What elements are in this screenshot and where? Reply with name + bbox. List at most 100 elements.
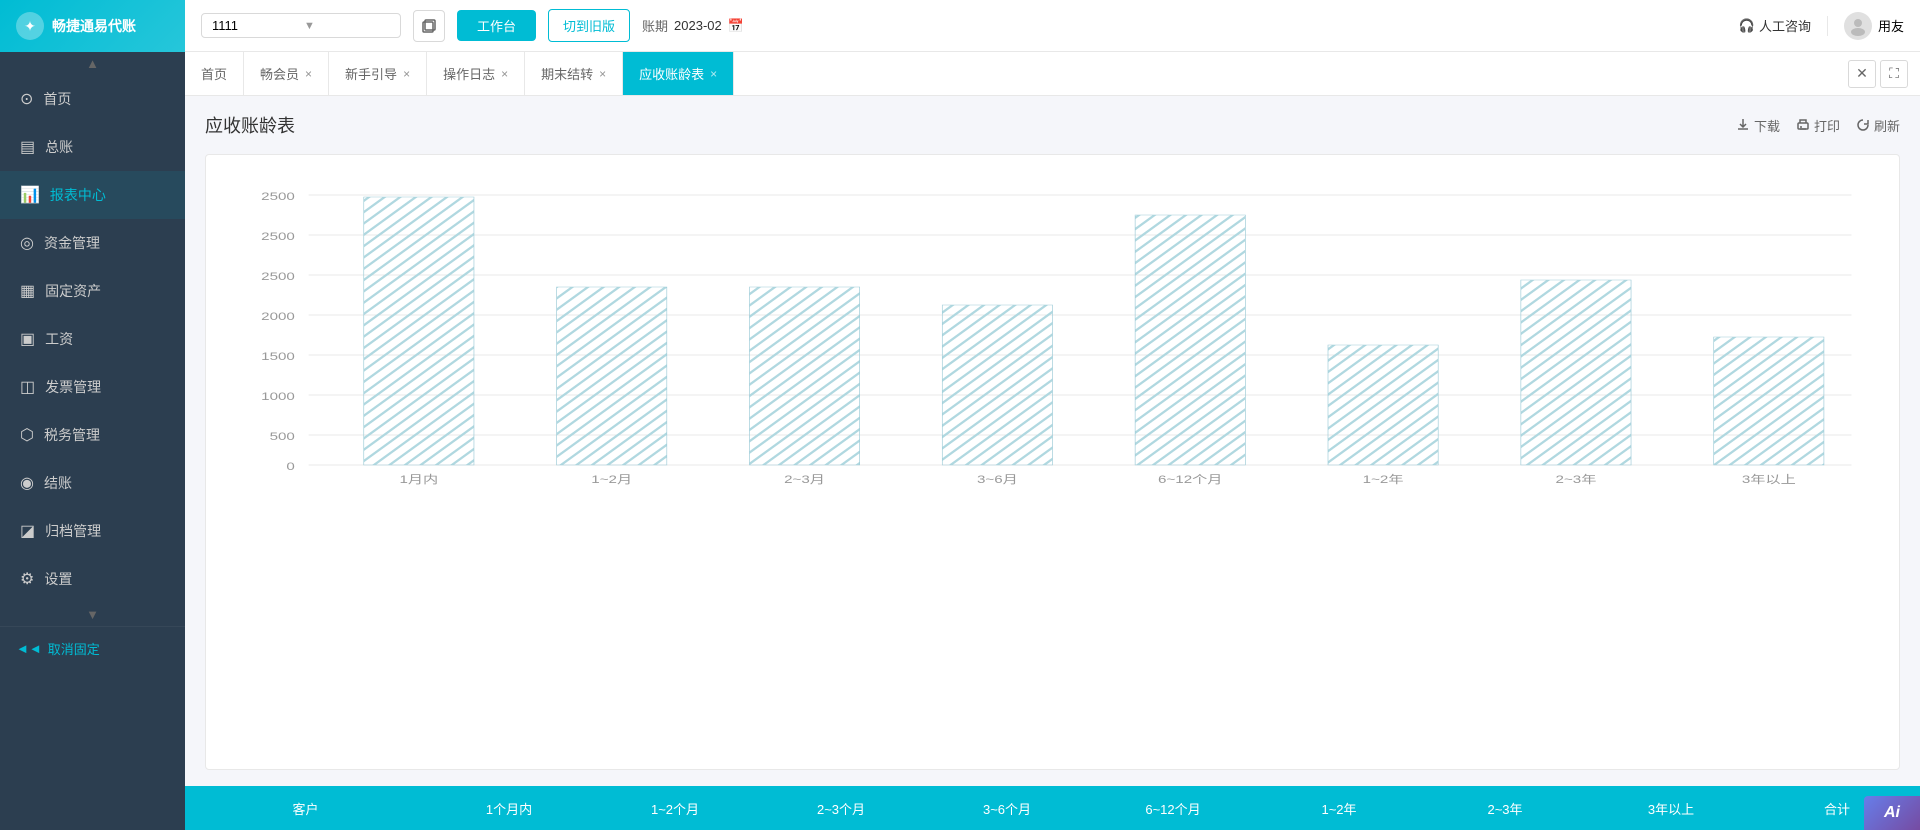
archive-icon: ◪ bbox=[20, 521, 35, 541]
pin-icon: ◄◄ bbox=[16, 641, 42, 656]
col-2-3month: 2~3个月 bbox=[758, 799, 924, 818]
sidebar-item-home[interactable]: ⊙ 首页 bbox=[0, 75, 185, 123]
tab-aging[interactable]: 应收账龄表 × bbox=[623, 52, 734, 95]
tab-closing[interactable]: 期末结转 × bbox=[525, 52, 623, 95]
consult-button[interactable]: 🎧 人工咨询 bbox=[1739, 16, 1811, 35]
sidebar-item-label: 发票管理 bbox=[45, 377, 101, 397]
page-actions: 下载 打印 刷新 bbox=[1736, 116, 1900, 135]
sidebar-item-closing[interactable]: ◉ 结账 bbox=[0, 459, 185, 507]
maximize-button[interactable]: ⛶ bbox=[1880, 60, 1908, 88]
sidebar-item-ledger[interactable]: ▤ 总账 bbox=[0, 123, 185, 171]
refresh-label: 刷新 bbox=[1874, 116, 1900, 135]
refresh-button[interactable]: 刷新 bbox=[1856, 116, 1900, 135]
sidebar-item-reports[interactable]: 📊 报表中心 bbox=[0, 171, 185, 219]
sidebar-item-tax[interactable]: ⬡ 税务管理 bbox=[0, 411, 185, 459]
close-icon[interactable]: × bbox=[305, 67, 312, 81]
bar-3plus-year bbox=[1714, 337, 1824, 465]
header-right: 🎧 人工咨询 用友 bbox=[1739, 12, 1904, 40]
svg-text:0: 0 bbox=[286, 460, 294, 472]
tab-member[interactable]: 畅会员 × bbox=[244, 52, 329, 95]
svg-text:2~3年: 2~3年 bbox=[1556, 473, 1597, 485]
tab-label: 新手引导 bbox=[345, 64, 397, 83]
table-header: 客户 1个月内 1~2个月 2~3个月 3~6个月 6~12个月 1~2年 2~… bbox=[185, 786, 1920, 830]
bar-6-12-month bbox=[1135, 215, 1245, 465]
tab-oplog[interactable]: 操作日志 × bbox=[427, 52, 525, 95]
logo-text: 畅捷通易代账 bbox=[52, 16, 136, 36]
tab-label: 首页 bbox=[201, 64, 227, 83]
close-icon[interactable]: × bbox=[403, 67, 410, 81]
sidebar: ▲ ⊙ 首页 ▤ 总账 📊 报表中心 ◎ 资金管理 ▦ 固定资产 ▣ 工资 ◫ … bbox=[0, 52, 185, 830]
tab-guide[interactable]: 新手引导 × bbox=[329, 52, 427, 95]
col-2-3year: 2~3年 bbox=[1422, 799, 1588, 818]
print-button[interactable]: 打印 bbox=[1796, 116, 1840, 135]
headset-icon: 🎧 bbox=[1739, 18, 1755, 34]
close-all-button[interactable]: ✕ bbox=[1848, 60, 1876, 88]
tab-label: 期末结转 bbox=[541, 64, 593, 83]
closing-icon: ◉ bbox=[20, 473, 34, 493]
svg-text:1~2年: 1~2年 bbox=[1363, 473, 1404, 485]
svg-text:2500: 2500 bbox=[261, 190, 295, 202]
chart-container: 0 500 1000 1500 2000 2500 2500 2500 bbox=[205, 154, 1900, 770]
svg-text:2000: 2000 bbox=[261, 310, 295, 322]
bar-3-6-month bbox=[942, 305, 1052, 465]
logo: ✦ 畅捷通易代账 bbox=[0, 0, 185, 52]
bar-2-3-year bbox=[1521, 280, 1631, 465]
workbench-button[interactable]: 工作台 bbox=[457, 10, 536, 41]
col-3plus: 3年以上 bbox=[1588, 799, 1754, 818]
col-customer: 客户 bbox=[185, 799, 426, 818]
scroll-up-button[interactable]: ▲ bbox=[0, 52, 185, 75]
sidebar-item-funds[interactable]: ◎ 资金管理 bbox=[0, 219, 185, 267]
col-6-12month: 6~12个月 bbox=[1090, 799, 1256, 818]
tab-label: 操作日志 bbox=[443, 64, 495, 83]
bar-2-3-month bbox=[749, 287, 859, 465]
tab-label: 畅会员 bbox=[260, 64, 299, 83]
svg-text:500: 500 bbox=[270, 430, 295, 442]
page-header: 应收账龄表 下载 打印 刷新 bbox=[205, 112, 1900, 138]
scroll-down-button[interactable]: ▼ bbox=[0, 603, 185, 626]
col-1-2month: 1~2个月 bbox=[592, 799, 758, 818]
page-content: 应收账龄表 下载 打印 刷新 bbox=[185, 96, 1920, 786]
col-1month: 1个月内 bbox=[426, 799, 592, 818]
ai-badge[interactable]: Ai bbox=[1864, 796, 1920, 830]
funds-icon: ◎ bbox=[20, 233, 34, 253]
bar-1-2-month bbox=[557, 287, 667, 465]
calendar-icon[interactable]: 📅 bbox=[728, 18, 744, 34]
download-label: 下载 bbox=[1754, 116, 1780, 135]
close-icon[interactable]: × bbox=[599, 67, 606, 81]
svg-text:3年以上: 3年以上 bbox=[1742, 473, 1796, 485]
col-3-6month: 3~6个月 bbox=[924, 799, 1090, 818]
cancel-pin-button[interactable]: ◄◄ 取消固定 bbox=[0, 626, 185, 670]
download-button[interactable]: 下载 bbox=[1736, 116, 1780, 135]
copy-button[interactable] bbox=[413, 10, 445, 42]
sidebar-item-invoice[interactable]: ◫ 发票管理 bbox=[0, 363, 185, 411]
sidebar-item-label: 总账 bbox=[45, 137, 73, 157]
print-label: 打印 bbox=[1814, 116, 1840, 135]
company-name: 1111 bbox=[212, 18, 298, 33]
tab-home[interactable]: 首页 bbox=[185, 52, 244, 95]
user-area[interactable]: 用友 bbox=[1844, 12, 1904, 40]
salary-icon: ▣ bbox=[20, 329, 35, 349]
ledger-icon: ▤ bbox=[20, 137, 35, 157]
tab-label: 应收账龄表 bbox=[639, 64, 704, 83]
switch-version-button[interactable]: 切到旧版 bbox=[548, 9, 630, 42]
sidebar-item-settings[interactable]: ⚙ 设置 bbox=[0, 555, 185, 603]
divider bbox=[1827, 16, 1828, 36]
close-icon[interactable]: × bbox=[501, 67, 508, 81]
gear-icon: ⚙ bbox=[20, 569, 34, 589]
sidebar-item-label: 固定资产 bbox=[45, 281, 101, 301]
svg-text:1~2月: 1~2月 bbox=[591, 473, 632, 485]
sidebar-item-label: 工资 bbox=[45, 329, 73, 349]
home-icon: ⊙ bbox=[20, 89, 33, 109]
col-1-2year: 1~2年 bbox=[1256, 799, 1422, 818]
sidebar-item-assets[interactable]: ▦ 固定资产 bbox=[0, 267, 185, 315]
company-selector[interactable]: 1111 ▼ bbox=[201, 13, 401, 38]
svg-text:2~3月: 2~3月 bbox=[784, 473, 825, 485]
sidebar-item-label: 设置 bbox=[44, 569, 72, 589]
sidebar-item-salary[interactable]: ▣ 工资 bbox=[0, 315, 185, 363]
reports-icon: 📊 bbox=[20, 185, 40, 205]
close-icon[interactable]: × bbox=[710, 67, 717, 81]
sidebar-item-label: 归档管理 bbox=[45, 521, 101, 541]
logo-icon: ✦ bbox=[16, 12, 44, 40]
svg-text:2500: 2500 bbox=[261, 230, 295, 242]
sidebar-item-archive[interactable]: ◪ 归档管理 bbox=[0, 507, 185, 555]
